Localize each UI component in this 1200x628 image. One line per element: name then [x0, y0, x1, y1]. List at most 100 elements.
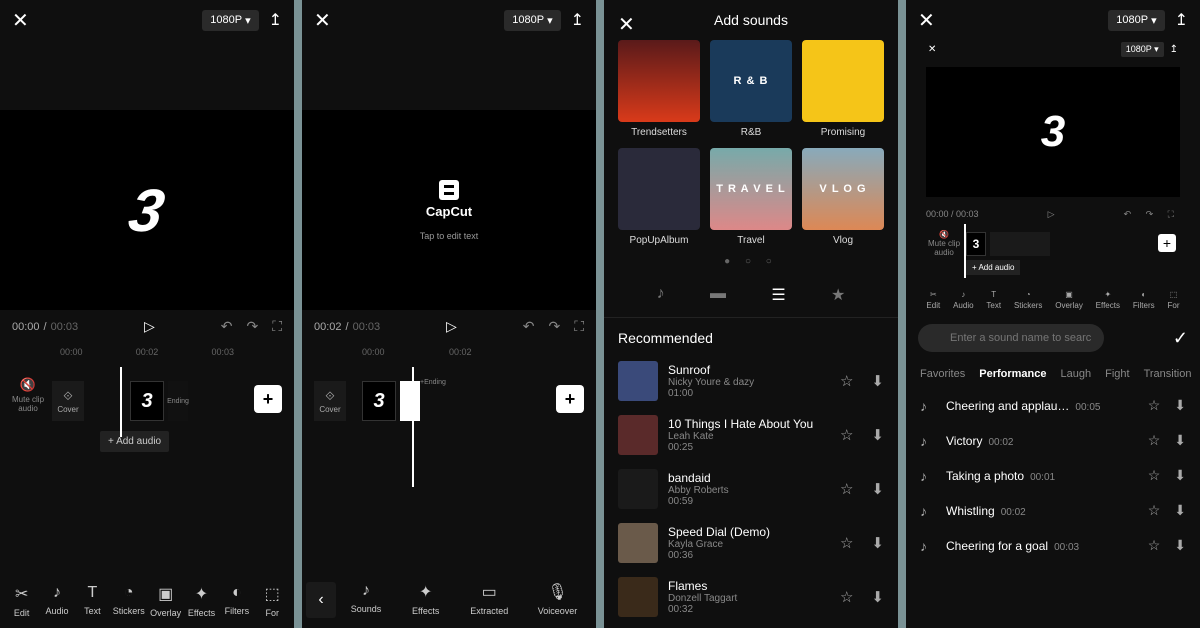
favorite-icon[interactable]: ☆: [840, 372, 853, 390]
video-preview[interactable]: CapCut Tap to edit text: [302, 110, 596, 310]
sfx-item[interactable]: ♪Cheering and applau…00:05☆⬇: [906, 388, 1200, 423]
close-icon[interactable]: ✕: [918, 8, 935, 33]
close-icon[interactable]: ✕: [314, 8, 331, 33]
download-icon[interactable]: ⬇: [871, 534, 884, 552]
sfx-item[interactable]: ♪Whistling00:02☆⬇: [906, 493, 1200, 528]
play-button[interactable]: ▷: [446, 318, 457, 335]
song-item[interactable]: FlamesDonzell Taggart00:32☆⬇: [604, 570, 898, 624]
mini-tool-text[interactable]: TText: [986, 290, 1001, 310]
song-item[interactable]: Speed Dial (Demo)Kayla Grace00:36☆⬇: [604, 516, 898, 570]
add-clip-button[interactable]: +: [254, 385, 282, 413]
download-icon[interactable]: ⬇: [1174, 467, 1186, 484]
download-icon[interactable]: ⬇: [1174, 397, 1186, 414]
mini-preview[interactable]: 3: [926, 67, 1180, 197]
close-icon[interactable]: ✕: [618, 12, 635, 37]
sfx-item[interactable]: ♪Taking a photo00:01☆⬇: [906, 458, 1200, 493]
category-travel[interactable]: T R A V E LTravel: [710, 148, 792, 246]
mini-tool-filters[interactable]: ◐Filters: [1133, 290, 1155, 310]
tool-text[interactable]: TText: [77, 584, 107, 618]
page-dots[interactable]: ● ○ ○: [604, 246, 898, 277]
ending-clip[interactable]: Ending: [168, 381, 188, 421]
timeline[interactable]: 00:0000:0200:03 🔇Mute clip audio ⟐Cover …: [0, 343, 294, 447]
favorite-icon[interactable]: ☆: [1148, 397, 1161, 414]
fullscreen-icon[interactable]: ⛶: [272, 318, 282, 335]
ending-clip[interactable]: [400, 381, 420, 421]
download-icon[interactable]: ⬇: [1174, 432, 1186, 449]
playhead[interactable]: [120, 367, 122, 437]
mini-close-icon[interactable]: ✕: [928, 44, 936, 55]
add-audio-button[interactable]: + Add audio: [100, 431, 169, 452]
back-button[interactable]: ‹: [306, 582, 336, 618]
favorite-icon[interactable]: ☆: [1148, 432, 1161, 449]
favorite-icon[interactable]: ☆: [1148, 537, 1161, 554]
favorite-icon[interactable]: ☆: [840, 426, 853, 444]
category-trendsetters[interactable]: Trendsetters: [618, 40, 700, 138]
add-clip-button[interactable]: +: [556, 385, 584, 413]
fullscreen-icon[interactable]: ⛶: [574, 318, 584, 335]
playhead[interactable]: [412, 367, 414, 487]
download-icon[interactable]: ⬇: [871, 588, 884, 606]
mini-export-icon[interactable]: ↥: [1170, 44, 1178, 55]
video-clip[interactable]: 3: [130, 381, 164, 421]
mini-play-button[interactable]: ▷: [1048, 209, 1055, 220]
resolution-selector[interactable]: 1080P▾: [202, 10, 258, 31]
redo-icon[interactable]: ↷: [548, 318, 560, 335]
favorite-icon[interactable]: ☆: [840, 480, 853, 498]
filter-performance[interactable]: Performance: [979, 368, 1046, 380]
close-icon[interactable]: ✕: [12, 8, 29, 33]
video-clip[interactable]: 3: [362, 381, 396, 421]
filter-laugh[interactable]: Laugh: [1061, 368, 1092, 380]
cover-button[interactable]: ⟐Cover: [52, 381, 84, 421]
favorites-tab-icon[interactable]: ★: [831, 285, 845, 305]
filter-transition[interactable]: Transition: [1144, 368, 1192, 380]
favorite-icon[interactable]: ☆: [1148, 502, 1161, 519]
mini-tool-audio[interactable]: ♪Audio: [953, 290, 973, 310]
resolution-selector[interactable]: 1080P▾: [504, 10, 560, 31]
favorite-icon[interactable]: ☆: [840, 534, 853, 552]
mini-tool-for[interactable]: ⬚For: [1167, 290, 1179, 310]
category-popupalbum[interactable]: PopUpAlbum: [618, 148, 700, 246]
library-tab-icon[interactable]: ☰: [771, 285, 785, 305]
mini-timeline[interactable]: 🔇Mute clipaudio 3 + + Add audio: [906, 224, 1200, 284]
tool-overlay[interactable]: ▣Overlay: [150, 584, 181, 618]
download-icon[interactable]: ⬇: [871, 372, 884, 390]
tool-sounds[interactable]: ♪Sounds: [351, 582, 382, 618]
category-promising[interactable]: Promising: [802, 40, 884, 138]
tool-filters[interactable]: ◐Filters: [222, 584, 252, 618]
tool-for[interactable]: ⬚For: [257, 584, 287, 618]
tool-voiceover[interactable]: 🎙Voiceover: [538, 582, 578, 618]
redo-icon[interactable]: ↷: [246, 318, 258, 335]
export-icon[interactable]: ↥: [269, 10, 282, 30]
filter-fight[interactable]: Fight: [1105, 368, 1129, 380]
filter-favorites[interactable]: Favorites: [920, 368, 965, 380]
download-icon[interactable]: ⬇: [871, 426, 884, 444]
export-icon[interactable]: ↥: [571, 10, 584, 30]
download-icon[interactable]: ⬇: [871, 480, 884, 498]
mini-tool-edit[interactable]: ✂Edit: [926, 290, 940, 310]
tool-extracted[interactable]: ▭Extracted: [470, 582, 508, 618]
mute-clip-button[interactable]: 🔇Mute clip audio: [12, 377, 44, 413]
tiktok-tab-icon[interactable]: ♪: [657, 285, 665, 305]
category-vlog[interactable]: V L O GVlog: [802, 148, 884, 246]
timeline[interactable]: 00:0000:02 ⟐Cover 3 +Ending +: [302, 343, 596, 447]
mini-tool-stickers[interactable]: ◔Stickers: [1014, 290, 1042, 310]
undo-icon[interactable]: ↶: [221, 318, 233, 335]
resolution-selector[interactable]: 1080P▾: [1108, 10, 1164, 31]
mini-tool-overlay[interactable]: ▣Overlay: [1055, 290, 1083, 310]
song-item[interactable]: bandaidAbby Roberts00:59☆⬇: [604, 462, 898, 516]
tap-to-edit-text[interactable]: Tap to edit text: [420, 231, 479, 241]
favorite-icon[interactable]: ☆: [840, 588, 853, 606]
search-input[interactable]: [918, 324, 1104, 352]
folder-tab-icon[interactable]: ▬: [710, 285, 726, 305]
play-button[interactable]: ▷: [144, 318, 155, 335]
video-preview[interactable]: 3: [0, 110, 294, 310]
tool-audio[interactable]: ♪Audio: [42, 584, 72, 618]
mini-tool-effects[interactable]: ✦Effects: [1096, 290, 1120, 310]
mini-resolution[interactable]: 1080P ▾: [1121, 42, 1164, 57]
confirm-button[interactable]: ✓: [1173, 328, 1188, 349]
song-item[interactable]: 10 Things I Hate About YouLeah Kate00:25…: [604, 408, 898, 462]
download-icon[interactable]: ⬇: [1174, 502, 1186, 519]
sfx-item[interactable]: ♪Cheering for a goal00:03☆⬇: [906, 528, 1200, 563]
undo-icon[interactable]: ↶: [523, 318, 535, 335]
tool-stickers[interactable]: ◔Stickers: [113, 584, 145, 618]
